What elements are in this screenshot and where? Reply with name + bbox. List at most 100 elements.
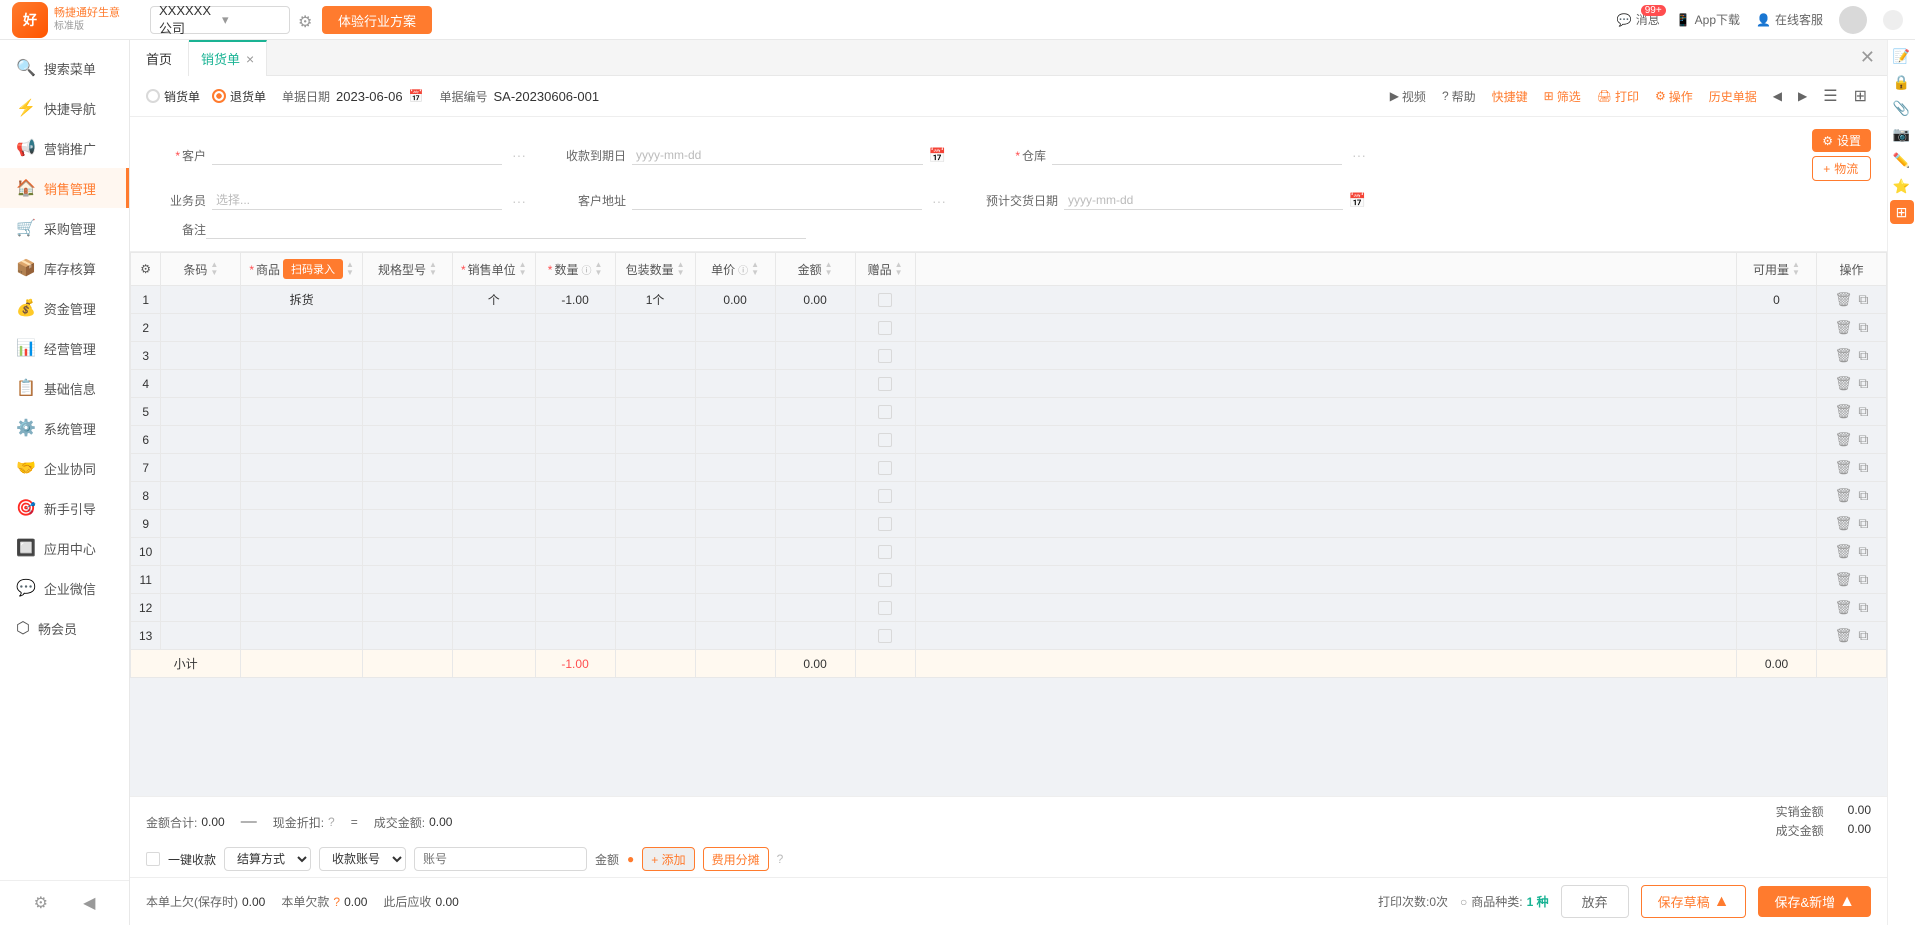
row-copy-icon[interactable]: ⧉ [1858, 431, 1868, 448]
row-delete-icon[interactable]: 🗑 [1835, 515, 1853, 532]
next-button[interactable]: ▶ [1794, 87, 1811, 105]
row-gift[interactable] [855, 342, 915, 370]
row-unit[interactable] [452, 398, 535, 426]
row-gift[interactable] [855, 370, 915, 398]
tab-sales-order[interactable]: 销货单 × [189, 40, 267, 76]
row-gift[interactable] [855, 314, 915, 342]
sidebar-item-purchase[interactable]: 🛒 采购管理 [0, 208, 129, 248]
row-spec[interactable] [362, 510, 452, 538]
row-barcode[interactable] [161, 482, 241, 510]
row-unit[interactable] [452, 454, 535, 482]
row-unit-price[interactable] [695, 370, 775, 398]
row-barcode[interactable] [161, 566, 241, 594]
help-button[interactable]: ? 帮助 [1438, 86, 1480, 107]
row-pack-qty[interactable] [615, 314, 695, 342]
row-unit-price[interactable] [695, 482, 775, 510]
logistics-button[interactable]: + 物流 [1812, 156, 1871, 181]
row-barcode[interactable] [161, 426, 241, 454]
warehouse-input[interactable]: 建材仓 [1052, 146, 1342, 165]
right-panel-star-btn[interactable]: ⭐ [1890, 174, 1914, 198]
row-delete-icon[interactable]: 🗑 [1835, 543, 1853, 560]
gift-checkbox[interactable] [878, 321, 892, 335]
row-copy-icon[interactable]: ⧉ [1858, 487, 1868, 504]
row-gift[interactable] [855, 622, 915, 650]
prev-button[interactable]: ◀ [1769, 87, 1786, 105]
row-unit-price[interactable] [695, 566, 775, 594]
row-amount[interactable] [775, 342, 855, 370]
row-delete-icon[interactable]: 🗑 [1835, 431, 1853, 448]
row-amount[interactable] [775, 510, 855, 538]
row-delete-icon[interactable]: 🗑 [1835, 571, 1853, 588]
row-amount[interactable] [775, 426, 855, 454]
row-qty[interactable] [535, 594, 615, 622]
row-amount[interactable] [775, 482, 855, 510]
trial-button[interactable]: 体验行业方案 [322, 6, 432, 34]
row-gift[interactable] [855, 454, 915, 482]
row-unit[interactable] [452, 314, 535, 342]
row-barcode[interactable] [161, 538, 241, 566]
row-unit[interactable] [452, 342, 535, 370]
row-gift[interactable] [855, 538, 915, 566]
row-qty[interactable] [535, 342, 615, 370]
row-gift[interactable] [855, 398, 915, 426]
print-button[interactable]: 🖨 打印 [1593, 86, 1643, 107]
tab-close-icon[interactable]: × [246, 51, 254, 67]
row-amount[interactable] [775, 538, 855, 566]
calendar-icon[interactable]: 📅 [409, 89, 424, 103]
row-spec[interactable] [362, 482, 452, 510]
row-amount[interactable]: 0.00 [775, 286, 855, 314]
add-payment-button[interactable]: + 添加 [642, 847, 694, 871]
row-pack-qty[interactable] [615, 454, 695, 482]
app-download-button[interactable]: 📱 App下载 [1676, 11, 1740, 28]
gift-checkbox[interactable] [878, 461, 892, 475]
gift-checkbox[interactable] [878, 545, 892, 559]
row-spec[interactable] [362, 286, 452, 314]
row-qty[interactable]: -1.00 [535, 286, 615, 314]
due-date-input[interactable] [632, 146, 923, 165]
row-copy-icon[interactable]: ⧉ [1858, 515, 1868, 532]
gift-checkbox[interactable] [878, 349, 892, 363]
row-qty[interactable] [535, 622, 615, 650]
right-panel-pencil-btn[interactable]: ✏️ [1890, 148, 1914, 172]
warehouse-more-icon[interactable]: ··· [1352, 147, 1366, 163]
right-panel-grid-btn[interactable]: ⊞ [1890, 200, 1914, 224]
row-pack-qty[interactable] [615, 426, 695, 454]
row-unit[interactable] [452, 426, 535, 454]
row-product[interactable] [241, 454, 363, 482]
row-pack-qty[interactable] [615, 370, 695, 398]
grid-view-button[interactable]: ⊞ [1850, 84, 1871, 108]
row-pack-qty[interactable] [615, 594, 695, 622]
row-unit-price[interactable] [695, 342, 775, 370]
company-select[interactable]: XXXXXX公司 ▾ [150, 6, 290, 34]
history-button[interactable]: 历史单据 [1705, 86, 1761, 107]
due-date-calendar-icon[interactable]: 📅 [929, 147, 946, 164]
sidebar-item-wechat[interactable]: 💬 企业微信 [0, 568, 129, 608]
row-gift[interactable] [855, 286, 915, 314]
row-pack-qty[interactable] [615, 342, 695, 370]
avatar[interactable] [1839, 6, 1867, 34]
row-gift[interactable] [855, 482, 915, 510]
row-amount[interactable] [775, 594, 855, 622]
sidebar-item-basic[interactable]: 📋 基础信息 [0, 368, 129, 408]
row-delete-icon[interactable]: 🗑 [1835, 347, 1853, 364]
customer-input[interactable] [212, 146, 502, 165]
online-service-button[interactable]: 👤 在线客服 [1756, 11, 1823, 28]
abandon-button[interactable]: 放弃 [1561, 885, 1629, 918]
gift-checkbox[interactable] [878, 517, 892, 531]
row-barcode[interactable] [161, 594, 241, 622]
row-copy-icon[interactable]: ⧉ [1858, 319, 1868, 336]
row-qty[interactable] [535, 566, 615, 594]
row-amount[interactable] [775, 398, 855, 426]
row-delete-icon[interactable]: 🗑 [1835, 459, 1853, 476]
customer-addr-more-icon[interactable]: ··· [932, 193, 946, 209]
sidebar-gear-icon[interactable]: ⚙ [34, 893, 48, 913]
close-all-icon[interactable]: ✕ [1860, 47, 1875, 67]
row-amount[interactable] [775, 314, 855, 342]
row-product[interactable] [241, 398, 363, 426]
row-delete-icon[interactable]: 🗑 [1835, 599, 1853, 616]
row-spec[interactable] [362, 594, 452, 622]
row-gift[interactable] [855, 426, 915, 454]
add-payment-icon[interactable]: ● [627, 852, 634, 866]
settings-icon[interactable]: ⚙ [298, 12, 314, 28]
row-unit-price[interactable]: 0.00 [695, 286, 775, 314]
